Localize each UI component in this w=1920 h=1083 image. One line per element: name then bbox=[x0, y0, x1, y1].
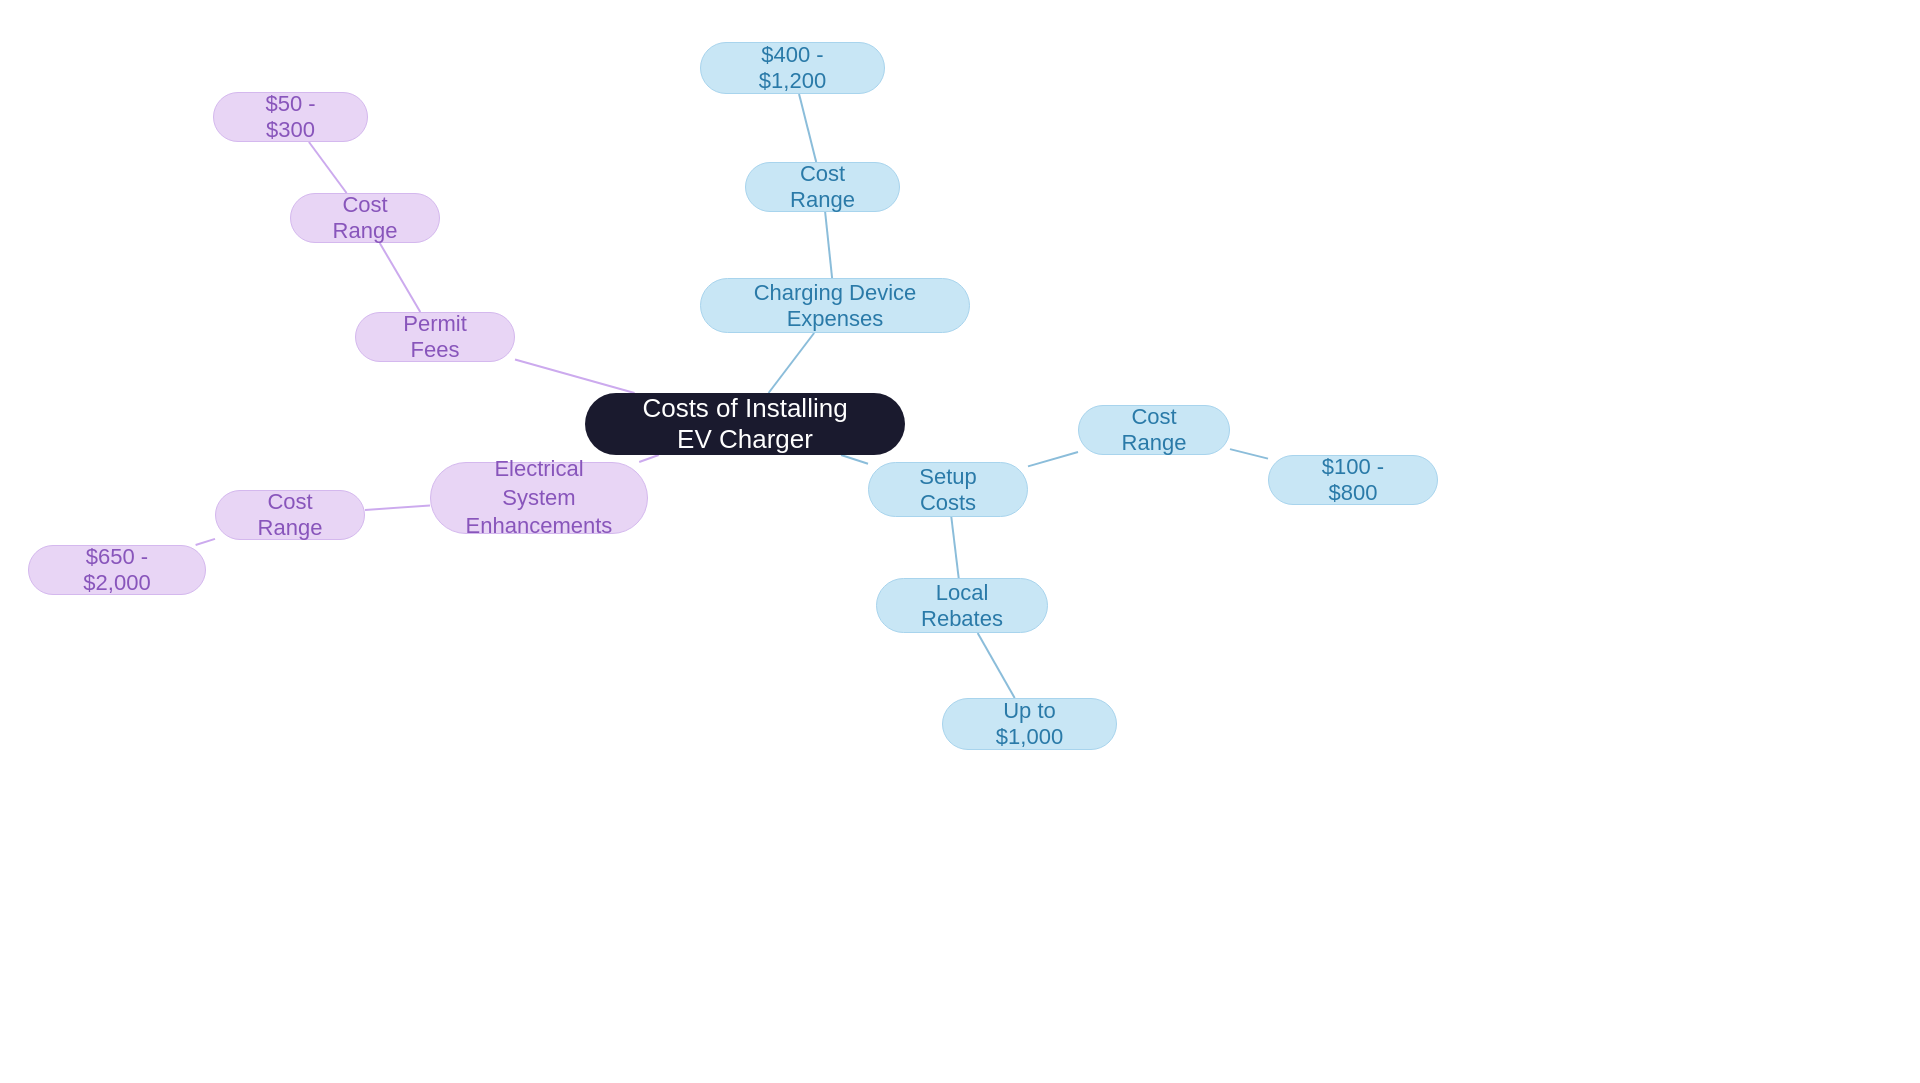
permit-fees-node: Permit Fees bbox=[355, 312, 515, 362]
connections-svg bbox=[0, 0, 1920, 1083]
cost-range-purple-node: Cost Range bbox=[215, 490, 365, 540]
svg-line-0 bbox=[769, 333, 815, 393]
electrical-system-enhancements-node: Electrical SystemEnhancements bbox=[430, 462, 648, 534]
price-50-300-node: $50 - $300 bbox=[213, 92, 368, 142]
cost-range-purple2-label: Cost Range bbox=[319, 192, 411, 244]
svg-line-1 bbox=[825, 212, 832, 278]
svg-line-2 bbox=[799, 94, 816, 162]
price-400-1200-node: $400 - $1,200 bbox=[700, 42, 885, 94]
charging-device-expenses-label: Charging Device Expenses bbox=[729, 280, 941, 332]
svg-line-7 bbox=[380, 243, 421, 312]
cost-range-blue2-node: Cost Range bbox=[1078, 405, 1230, 455]
electrical-system-enhancements-label: Electrical SystemEnhancements bbox=[459, 455, 619, 541]
price-100-800-node: $100 - $800 bbox=[1268, 455, 1438, 505]
cost-range-purple-label: Cost Range bbox=[244, 489, 336, 541]
center-label: Costs of Installing EV Charger bbox=[635, 393, 855, 455]
svg-line-3 bbox=[639, 455, 658, 462]
setup-costs-label: Setup Costs bbox=[897, 464, 999, 516]
svg-line-11 bbox=[1230, 449, 1268, 459]
charging-device-expenses-node: Charging Device Expenses bbox=[700, 278, 970, 333]
cost-range-purple2-node: Cost Range bbox=[290, 193, 440, 243]
svg-line-4 bbox=[365, 505, 430, 509]
permit-fees-label: Permit Fees bbox=[384, 311, 486, 363]
svg-line-10 bbox=[1028, 452, 1078, 466]
setup-costs-node: Setup Costs bbox=[868, 462, 1028, 517]
local-rebates-node: Local Rebates bbox=[876, 578, 1048, 633]
price-100-800-label: $100 - $800 bbox=[1297, 454, 1409, 506]
svg-line-9 bbox=[841, 455, 868, 464]
up-to-1000-label: Up to $1,000 bbox=[971, 698, 1088, 750]
svg-line-8 bbox=[309, 142, 347, 193]
local-rebates-label: Local Rebates bbox=[905, 580, 1019, 632]
svg-line-13 bbox=[978, 633, 1015, 698]
svg-line-6 bbox=[515, 359, 635, 393]
cost-range-blue2-label: Cost Range bbox=[1107, 404, 1201, 456]
price-650-2000-label: $650 - $2,000 bbox=[57, 544, 177, 596]
svg-line-12 bbox=[951, 517, 958, 578]
mindmap-canvas: Costs of Installing EV Charger Charging … bbox=[0, 0, 1920, 1083]
price-400-1200-label: $400 - $1,200 bbox=[729, 42, 856, 94]
price-50-300-label: $50 - $300 bbox=[242, 91, 339, 143]
cost-range-blue1-node: Cost Range bbox=[745, 162, 900, 212]
svg-line-5 bbox=[196, 539, 215, 545]
up-to-1000-node: Up to $1,000 bbox=[942, 698, 1117, 750]
price-650-2000-node: $650 - $2,000 bbox=[28, 545, 206, 595]
center-node: Costs of Installing EV Charger bbox=[585, 393, 905, 455]
cost-range-blue1-label: Cost Range bbox=[774, 161, 871, 213]
